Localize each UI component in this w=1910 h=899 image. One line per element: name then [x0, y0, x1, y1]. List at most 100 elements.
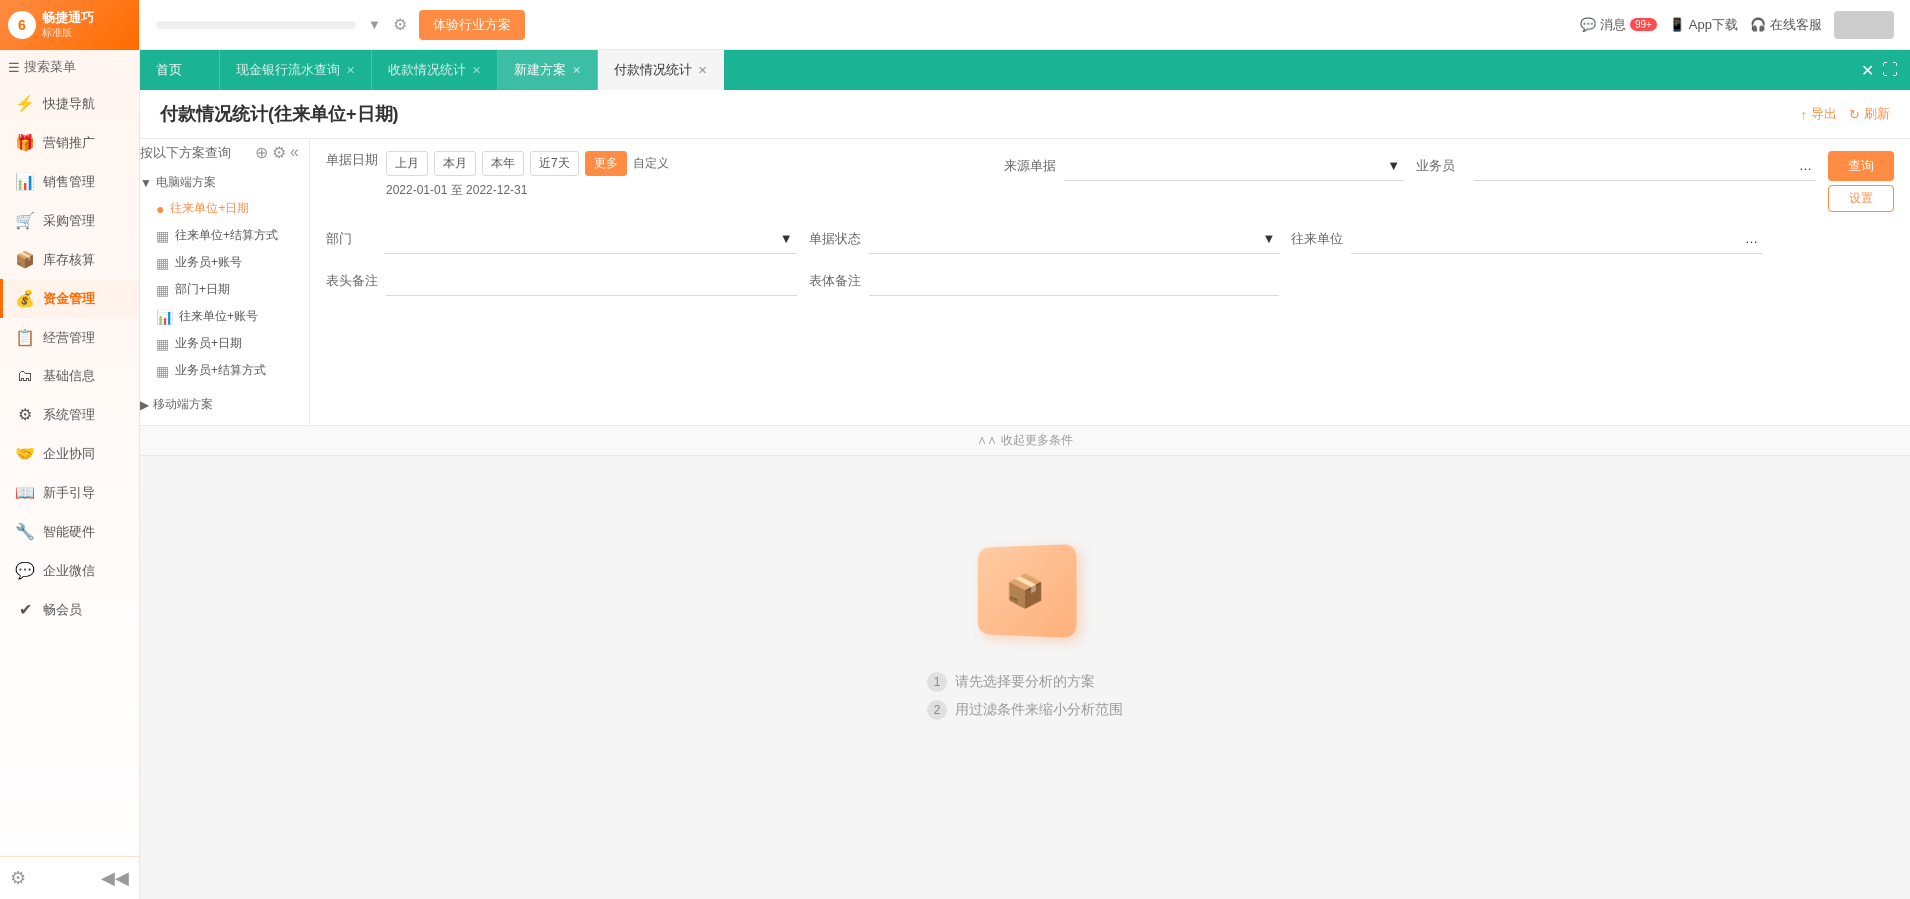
tab-new-scheme[interactable]: 新建方案 ✕ [498, 50, 598, 90]
sidebar-nav: ⚡快捷导航🎁营销推广📊销售管理🛒采购管理📦库存核算💰资金管理📋经营管理🗂基础信息… [0, 84, 139, 856]
online-service-btn[interactable]: 🎧 在线客服 [1750, 16, 1822, 34]
export-btn[interactable]: ↑ 导出 [1801, 105, 1838, 123]
settings-icon[interactable]: ⚙ [10, 867, 26, 889]
scheme-item-staff-settle[interactable]: ▦ 业务员+结算方式 [140, 357, 299, 384]
sidebar-item-hardware[interactable]: 🔧智能硬件 [0, 512, 139, 551]
collapse-sidebar-icon[interactable]: ◀◀ [101, 867, 129, 889]
nav-icon-inventory: 📦 [15, 250, 35, 269]
settings-btn[interactable]: 设置 [1828, 185, 1894, 212]
scheme-item-partner-account[interactable]: 📊 往来单位+账号 [140, 303, 299, 330]
tabbar-end-actions: ✕ ⛶ [1849, 50, 1910, 90]
sidebar-item-operations[interactable]: 📋经营管理 [0, 318, 139, 357]
online-service-label: 在线客服 [1770, 16, 1822, 34]
tab-payment-stats[interactable]: 付款情况统计 ✕ [598, 50, 724, 90]
sidebar-item-marketing[interactable]: 🎁营销推广 [0, 123, 139, 162]
page-header-actions: ↑ 导出 ↻ 刷新 [1801, 105, 1891, 123]
tab-new-scheme-close[interactable]: ✕ [572, 64, 581, 77]
note-head-label: 表头备注 [326, 272, 378, 290]
manage-scheme-btn[interactable]: ⚙ [272, 143, 286, 162]
tab-bank-flow[interactable]: 现金银行流水查询 ✕ [220, 50, 372, 90]
staff-filter: 业务员 … [1416, 151, 1816, 181]
sidebar-item-system[interactable]: ⚙系统管理 [0, 395, 139, 434]
nav-label-system: 系统管理 [43, 406, 95, 424]
date-7days-btn[interactable]: 近7天 [530, 151, 579, 176]
tab-bank-flow-close[interactable]: ✕ [346, 64, 355, 77]
sidebar-item-wechat[interactable]: 💬企业微信 [0, 551, 139, 590]
filter-panel: 按以下方案查询 ⊕ ⚙ « ▼ 电脑端方案 ● [140, 139, 1910, 456]
filter-row-2: 部门 ▼ 单据状态 ▼ [326, 224, 1894, 254]
note-head-filter: 表头备注 [326, 266, 797, 296]
industry-btn[interactable]: 体验行业方案 [419, 10, 525, 40]
partner-select[interactable]: … [1351, 224, 1762, 254]
sidebar-item-finance[interactable]: 💰资金管理 [0, 279, 139, 318]
message-btn[interactable]: 💬 消息 99+ [1580, 16, 1657, 34]
scheme-item-partner-settle[interactable]: ▦ 往来单位+结算方式 [140, 222, 299, 249]
search-icon: ☰ [8, 60, 20, 75]
export-label: 导出 [1811, 105, 1837, 123]
collapse-label: 收起更多条件 [1001, 433, 1073, 447]
doc-status-select[interactable]: ▼ [869, 224, 1280, 254]
app-download-btn[interactable]: 📱 App下载 [1669, 16, 1738, 34]
tip-num-2: 2 [927, 700, 947, 720]
note-head-input[interactable] [386, 266, 797, 296]
scheme-item-partner-date[interactable]: ● 往来单位+日期 [140, 195, 299, 222]
tab-close-all-btn[interactable]: ✕ [1861, 61, 1874, 80]
nav-label-hardware: 智能硬件 [43, 523, 95, 541]
page-header: 付款情况统计(往来单位+日期) ↑ 导出 ↻ 刷新 [140, 90, 1910, 139]
note-body-input[interactable] [869, 266, 1280, 296]
nav-label-member: 畅会员 [43, 601, 82, 619]
source-select[interactable]: ▼ [1064, 151, 1404, 181]
scheme-item-label: 部门+日期 [175, 281, 230, 298]
collapse-conditions-btn[interactable]: ∧∧ 收起更多条件 [140, 425, 1910, 455]
scheme-item-dept-date[interactable]: ▦ 部门+日期 [140, 276, 299, 303]
dept-filter: 部门 ▼ [326, 224, 797, 254]
nav-icon-marketing: 🎁 [15, 133, 35, 152]
date-this-year-btn[interactable]: 本年 [482, 151, 524, 176]
user-avatar[interactable] [1834, 11, 1894, 39]
sidebar-item-guide[interactable]: 📖新手引导 [0, 473, 139, 512]
scheme-icon: ▦ [156, 255, 169, 271]
tab-receipt-stats[interactable]: 收款情况统计 ✕ [372, 50, 498, 90]
scheme-item-staff-date[interactable]: ▦ 业务员+日期 [140, 330, 299, 357]
scheme-item-label: 业务员+账号 [175, 254, 242, 271]
staff-select[interactable]: … [1474, 151, 1816, 181]
query-btn[interactable]: 查询 [1828, 151, 1894, 181]
tab-receipt-stats-label: 收款情况统计 [388, 61, 466, 79]
sidebar-brand: 畅捷通巧 标准版 [42, 10, 94, 40]
tab-home[interactable]: 首页 [140, 50, 220, 90]
empty-icon: 📦 [965, 536, 1085, 656]
refresh-btn[interactable]: ↻ 刷新 [1849, 105, 1890, 123]
dropdown-icon[interactable]: ▼ [368, 17, 381, 32]
date-last-month-btn[interactable]: 上月 [386, 151, 428, 176]
sidebar-item-inventory[interactable]: 📦库存核算 [0, 240, 139, 279]
tab-receipt-stats-close[interactable]: ✕ [472, 64, 481, 77]
tab-home-label: 首页 [156, 61, 182, 79]
mobile-scheme-label[interactable]: ▶ 移动端方案 [140, 392, 299, 417]
date-more-btn[interactable]: 更多 [585, 151, 627, 176]
dept-select[interactable]: ▼ [384, 224, 797, 254]
sidebar-item-basic[interactable]: 🗂基础信息 [0, 357, 139, 395]
date-filter-group: 单据日期 上月 本月 本年 近7天 更多 自定义 20 [326, 151, 992, 199]
add-scheme-btn[interactable]: ⊕ [255, 143, 268, 162]
dept-select-arrow: ▼ [780, 231, 793, 246]
main-content: ▼ ⚙ 体验行业方案 💬 消息 99+ 📱 App下载 🎧 在线客服 首页 [140, 0, 1910, 899]
empty-tip-1: 1 请先选择要分析的方案 [927, 672, 1123, 692]
sidebar-item-purchase[interactable]: 🛒采购管理 [0, 201, 139, 240]
tab-payment-stats-close[interactable]: ✕ [698, 64, 707, 77]
sidebar-item-sales[interactable]: 📊销售管理 [0, 162, 139, 201]
tab-fullscreen-btn[interactable]: ⛶ [1882, 61, 1898, 79]
date-custom-label[interactable]: 自定义 [633, 155, 669, 172]
search-menu[interactable]: ☰ 搜索菜单 [0, 50, 139, 84]
address-bar[interactable] [156, 21, 356, 29]
sidebar-item-quick-nav[interactable]: ⚡快捷导航 [0, 84, 139, 123]
scheme-item-staff-account[interactable]: ▦ 业务员+账号 [140, 249, 299, 276]
collapse-scheme-btn[interactable]: « [290, 143, 299, 162]
settings-topbar-icon[interactable]: ⚙ [393, 15, 407, 34]
sidebar-item-enterprise[interactable]: 🤝企业协同 [0, 434, 139, 473]
nav-icon-finance: 💰 [15, 289, 35, 308]
date-this-month-btn[interactable]: 本月 [434, 151, 476, 176]
scheme-icon: ▦ [156, 363, 169, 379]
desktop-scheme-label[interactable]: ▼ 电脑端方案 [140, 170, 299, 195]
sidebar-item-member[interactable]: ✔畅会员 [0, 590, 139, 629]
filter-fields: 单据日期 上月 本月 本年 近7天 更多 自定义 20 [310, 139, 1910, 425]
